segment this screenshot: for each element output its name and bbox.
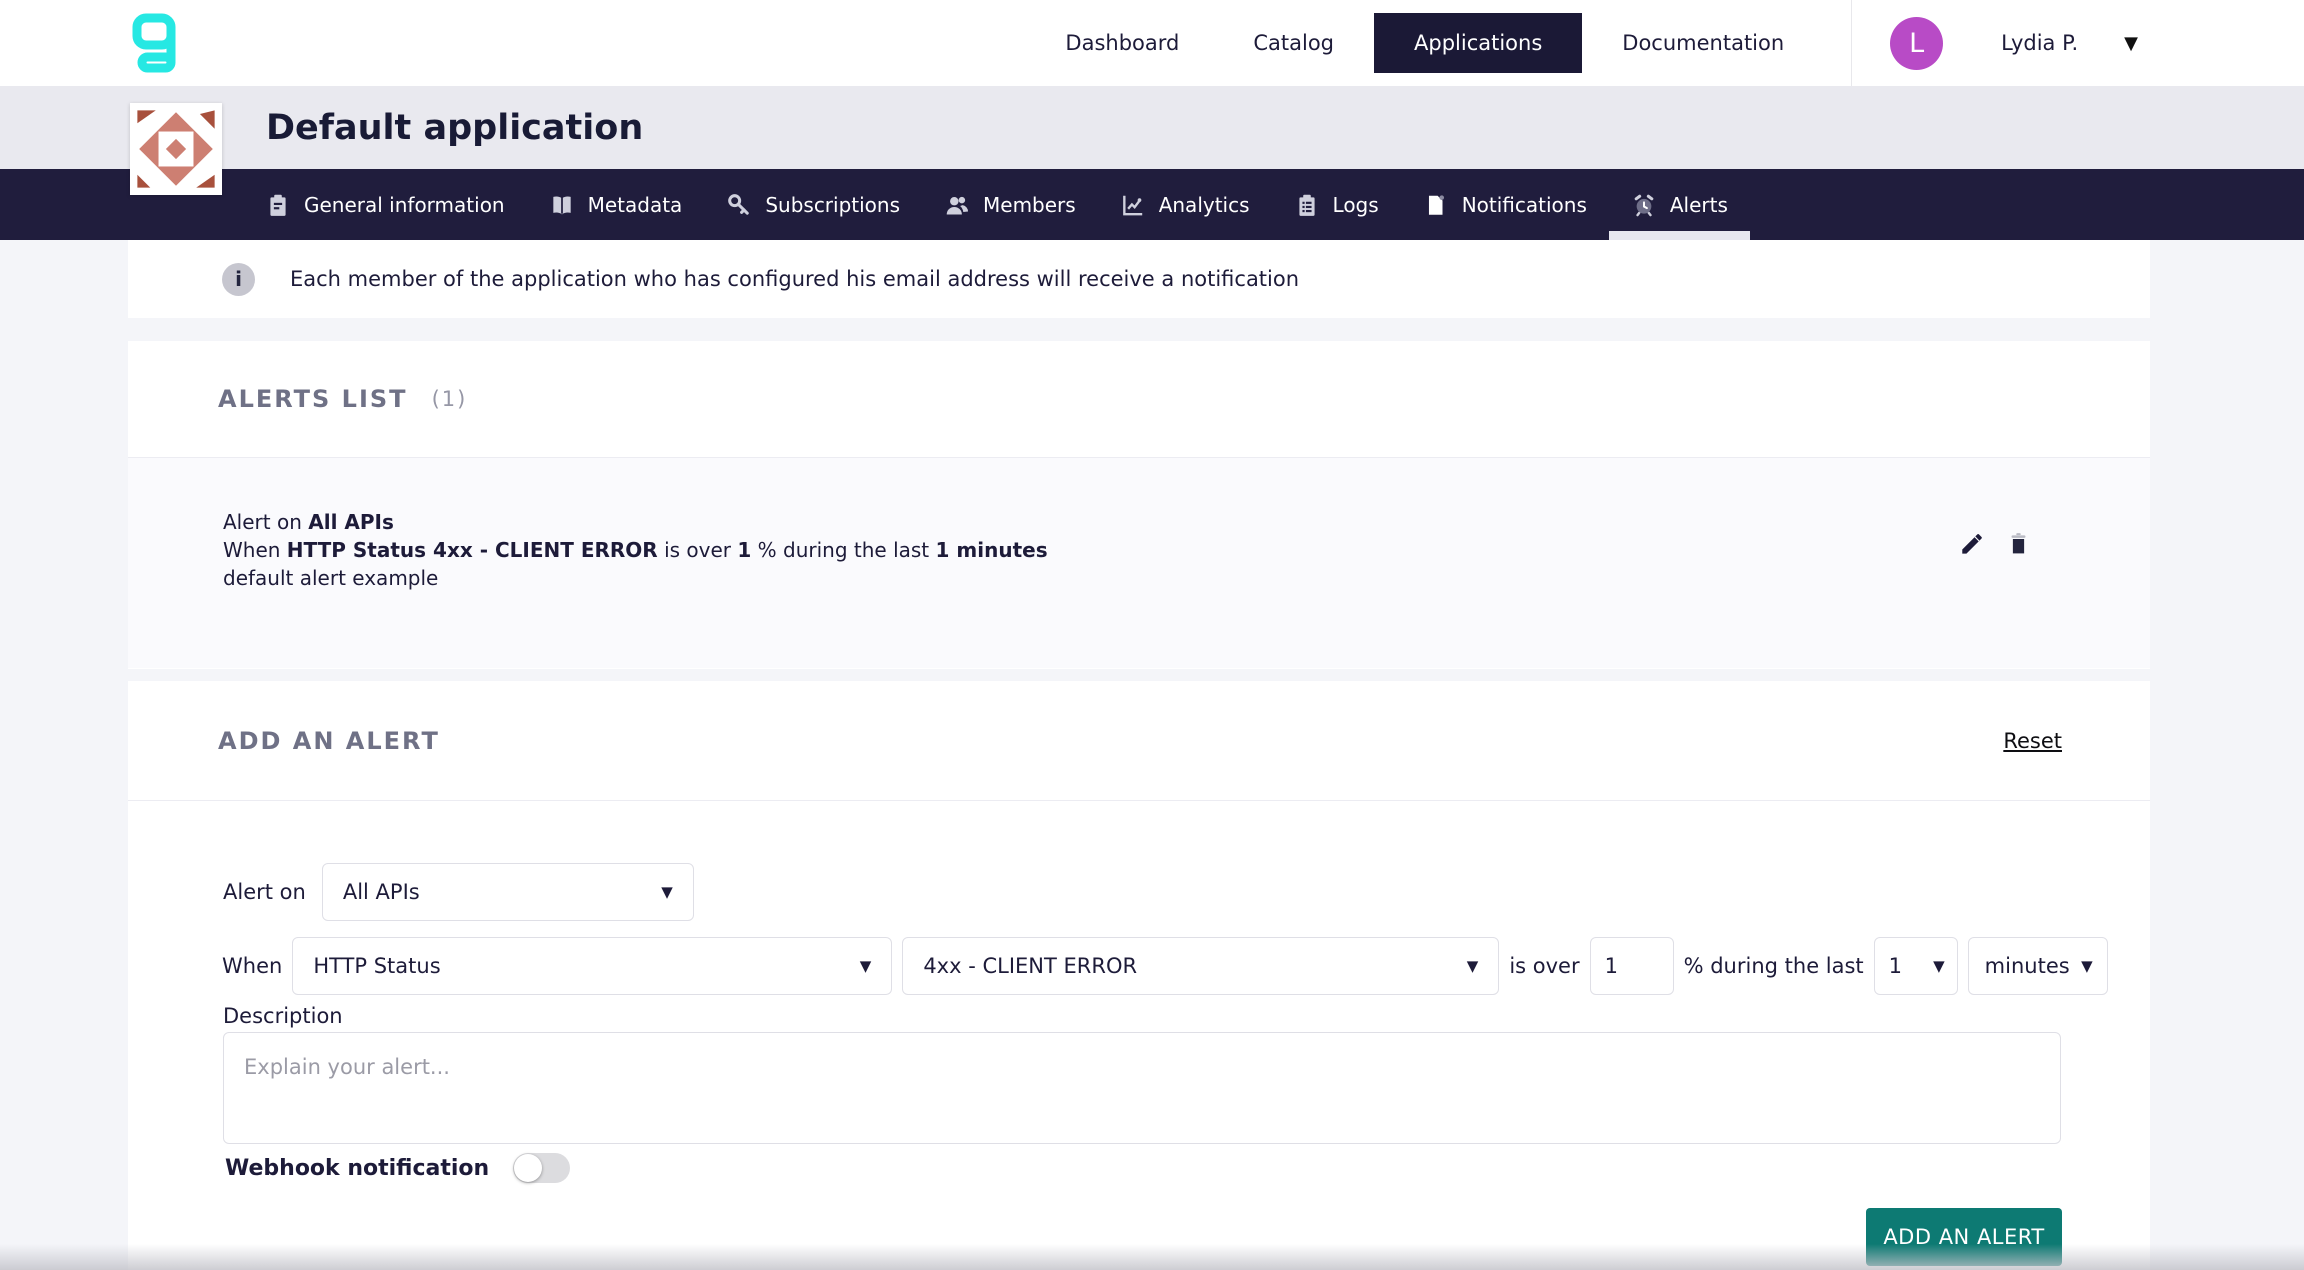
webhook-toggle[interactable]: [513, 1153, 570, 1183]
caret-down-icon: ▼: [860, 957, 872, 975]
toggle-knob: [514, 1154, 542, 1182]
description-label: Description: [223, 1004, 343, 1028]
user-menu[interactable]: L Lydia P. ▼: [1852, 17, 2304, 70]
reset-link[interactable]: Reset: [2003, 729, 2062, 753]
alert-line2-threshold: 1: [737, 538, 751, 562]
alerts-count-badge: (1): [432, 387, 468, 411]
alerts-list-header: ALERTS LIST (1): [128, 341, 2150, 458]
logs-icon: [1294, 192, 1320, 218]
members-icon: [944, 192, 970, 218]
clipboard-icon: [265, 192, 291, 218]
when-label: When: [222, 954, 282, 978]
alerts-list-title: ALERTS LIST: [218, 385, 408, 413]
alert-line2-duration: 1 minutes: [936, 538, 1048, 562]
caret-down-icon: ▼: [661, 883, 673, 901]
trash-icon[interactable]: [2005, 530, 2032, 557]
tab-label: Notifications: [1462, 193, 1587, 217]
add-alert-title: ADD AN ALERT: [218, 727, 440, 755]
unit-select[interactable]: minutes ▼: [1968, 937, 2108, 995]
app-header-band: Default application: [0, 86, 2304, 169]
info-icon: i: [222, 263, 255, 296]
alert-on-label: Alert on: [223, 880, 306, 904]
alarm-clock-icon: [1631, 192, 1657, 218]
alert-line2-text: When: [223, 538, 287, 562]
alert-item-description: default alert example: [223, 564, 2150, 592]
top-navigation: Dashboard Catalog Applications Documenta…: [0, 0, 2304, 86]
add-alert-button[interactable]: ADD AN ALERT: [1866, 1208, 2062, 1266]
nav-applications[interactable]: Applications: [1374, 13, 1582, 73]
caret-down-icon[interactable]: ▼: [2124, 33, 2138, 54]
tab-label: Members: [983, 193, 1076, 217]
pencil-icon[interactable]: [1958, 530, 1985, 557]
webhook-label: Webhook notification: [225, 1156, 489, 1181]
threshold-input[interactable]: [1590, 937, 1674, 995]
alert-scope-row: Alert on All APIs ▼: [223, 863, 694, 921]
webhook-row: Webhook notification: [225, 1153, 570, 1183]
tab-label: Analytics: [1159, 193, 1250, 217]
alert-line1-scope: All APIs: [308, 510, 394, 534]
info-banner-text: Each member of the application who has c…: [290, 267, 1299, 291]
alert-item-summary: Alert on All APIs: [223, 508, 2150, 536]
alert-line1-text: Alert on: [223, 510, 308, 534]
duration-select-value: 1: [1889, 954, 1902, 978]
duration-select[interactable]: 1 ▼: [1874, 937, 1958, 995]
info-banner: i Each member of the application who has…: [128, 240, 2150, 318]
alert-item-condition: When HTTP Status 4xx - CLIENT ERROR is o…: [223, 536, 2150, 564]
alert-condition-row: When HTTP Status ▼ 4xx - CLIENT ERROR ▼ …: [222, 937, 2108, 995]
description-textarea[interactable]: [223, 1032, 2061, 1144]
tab-general-information[interactable]: General information: [243, 169, 527, 240]
document-icon: [1423, 192, 1449, 218]
tab-alerts[interactable]: Alerts: [1609, 169, 1750, 240]
alert-line2-metric: HTTP Status 4xx - CLIENT ERROR: [287, 538, 658, 562]
alert-line2-text: is over: [658, 538, 738, 562]
avatar[interactable]: L: [1890, 17, 1943, 70]
metric-select[interactable]: HTTP Status ▼: [292, 937, 892, 995]
tab-label: Metadata: [588, 193, 683, 217]
caret-down-icon: ▼: [1467, 957, 1479, 975]
tab-subscriptions[interactable]: Subscriptions: [704, 169, 922, 240]
condition-select-value: 4xx - CLIENT ERROR: [923, 954, 1137, 978]
api-select[interactable]: All APIs ▼: [322, 863, 694, 921]
metric-select-value: HTTP Status: [313, 954, 440, 978]
unit-select-value: minutes: [1985, 954, 2070, 978]
book-icon: [549, 192, 575, 218]
application-tabbar: General information Metadata Subscriptio…: [0, 169, 2304, 240]
user-name: Lydia P.: [2001, 31, 2078, 55]
gravitee-logo-icon[interactable]: [128, 11, 180, 75]
alerts-list-card: ALERTS LIST (1) Alert on All APIs When H…: [128, 341, 2150, 669]
tab-logs[interactable]: Logs: [1272, 169, 1401, 240]
tab-label: General information: [304, 193, 505, 217]
add-alert-card: ADD AN ALERT Reset Alert on All APIs ▼ W…: [128, 681, 2150, 1270]
nav-dashboard[interactable]: Dashboard: [1028, 0, 1216, 86]
condition-select[interactable]: 4xx - CLIENT ERROR ▼: [902, 937, 1499, 995]
tab-notifications[interactable]: Notifications: [1401, 169, 1609, 240]
add-alert-form: Alert on All APIs ▼ When HTTP Status ▼ 4…: [128, 801, 2150, 1270]
add-alert-header: ADD AN ALERT Reset: [128, 681, 2150, 801]
alert-line2-text: % during the last: [751, 538, 935, 562]
key-icon: [726, 192, 752, 218]
tab-label: Alerts: [1670, 193, 1728, 217]
is-over-label: is over: [1509, 954, 1579, 978]
tab-analytics[interactable]: Analytics: [1098, 169, 1272, 240]
tab-label: Logs: [1333, 193, 1379, 217]
nav-catalog[interactable]: Catalog: [1216, 0, 1371, 86]
tab-metadata[interactable]: Metadata: [527, 169, 705, 240]
alert-list-item: Alert on All APIs When HTTP Status 4xx -…: [128, 458, 2150, 668]
tab-label: Subscriptions: [765, 193, 900, 217]
nav-documentation[interactable]: Documentation: [1585, 0, 1821, 86]
api-select-value: All APIs: [343, 880, 420, 904]
chart-icon: [1120, 192, 1146, 218]
during-label: % during the last: [1684, 954, 1864, 978]
tab-members[interactable]: Members: [922, 169, 1098, 240]
page-title: Default application: [266, 86, 643, 169]
caret-down-icon: ▼: [1933, 957, 1945, 975]
main-nav: Dashboard Catalog Applications Documenta…: [1028, 0, 2304, 86]
caret-down-icon: ▼: [2081, 957, 2093, 975]
application-picture: [130, 103, 222, 195]
alert-item-actions: [1958, 530, 2032, 557]
